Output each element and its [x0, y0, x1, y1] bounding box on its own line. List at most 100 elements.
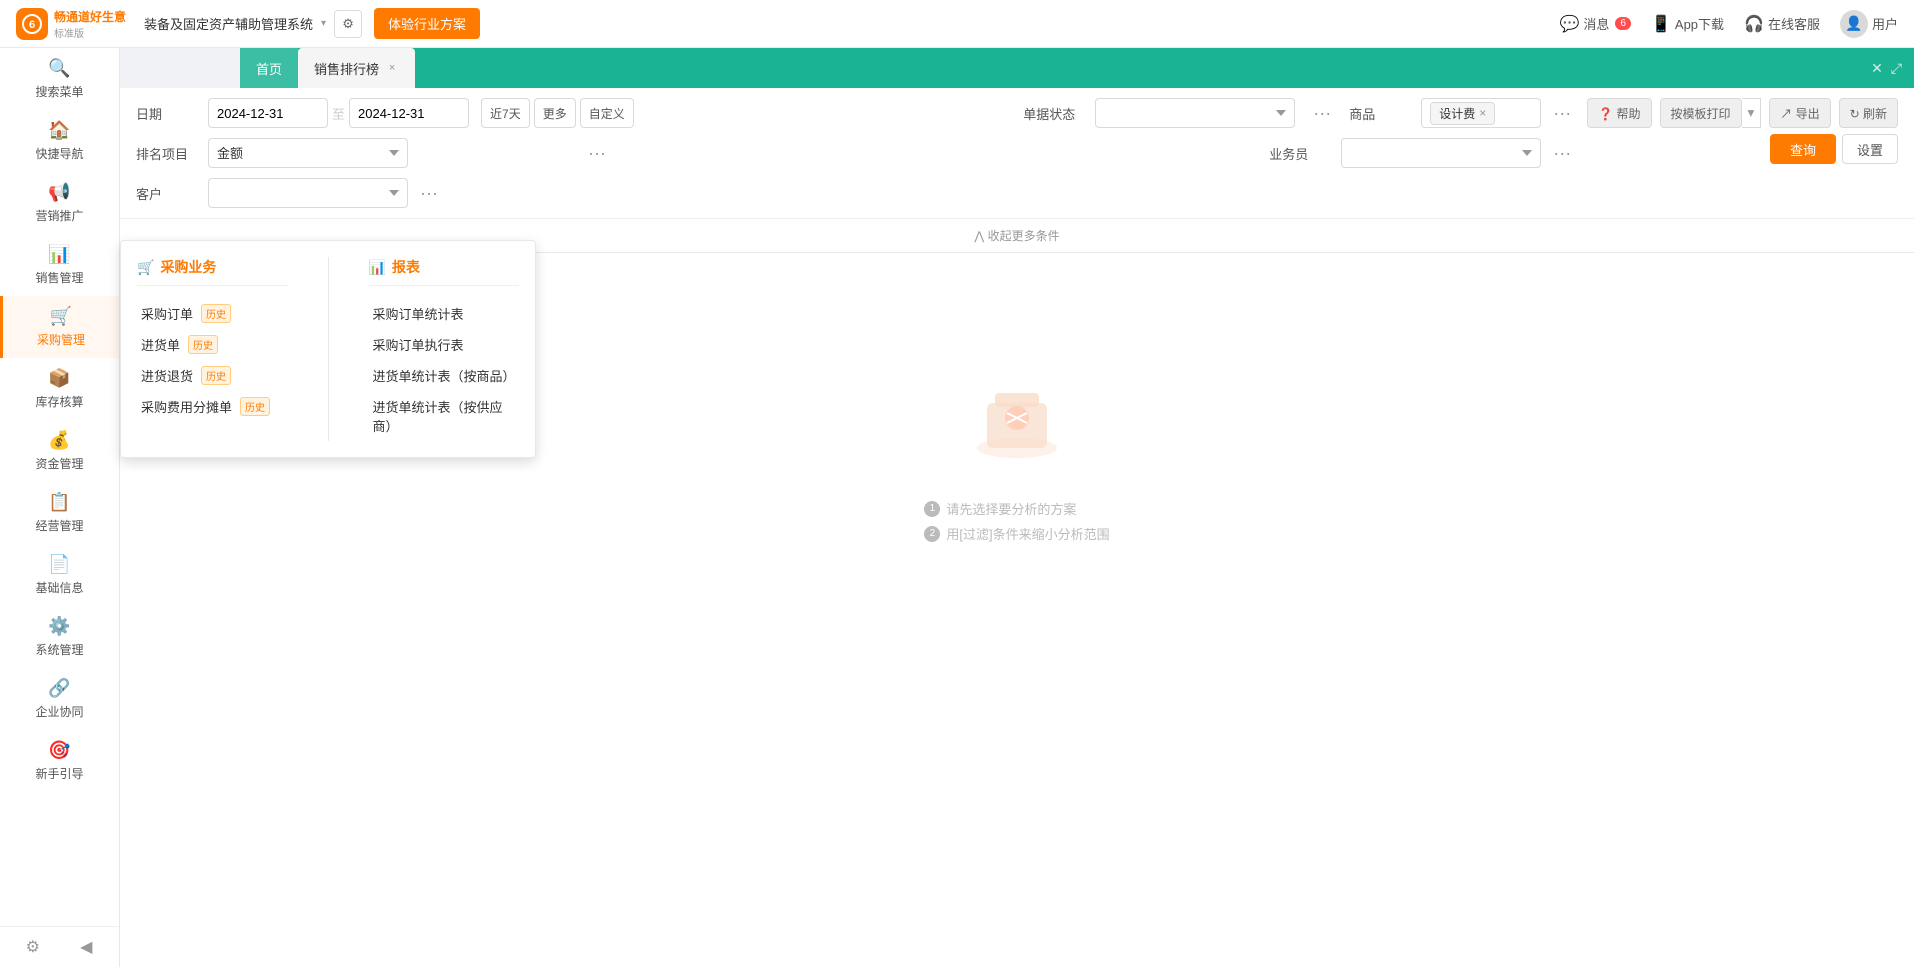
finance-icon: 💰 [48, 430, 70, 451]
tab-close-all-icon[interactable]: ✕ [1871, 60, 1883, 77]
sidebar-item-quick-nav[interactable]: 🏠 快捷导航 [0, 110, 119, 172]
tab-sales-ranking[interactable]: 销售排行榜 × [298, 48, 415, 88]
purchase-col-icon: 🛒 [137, 259, 154, 276]
sidebar-settings-btn[interactable]: ⚙ [10, 937, 56, 957]
voucher-status-select[interactable] [1095, 98, 1295, 128]
system-title-area: 装备及固定资产辅助管理系统 ▾ [144, 14, 326, 33]
menu-item-po-exec[interactable]: 采购订单执行表 [369, 329, 520, 360]
menu-item-incoming-stats-supplier[interactable]: 进货单统计表（按供应商） [369, 391, 520, 441]
voucher-status-dots[interactable]: ··· [1313, 104, 1331, 122]
system-title-dropdown-arrow[interactable]: ▾ [321, 18, 326, 29]
sidebar-item-inventory[interactable]: 📦 库存核算 [0, 358, 119, 420]
dropdown-col2-title: 📊 报表 [369, 257, 520, 286]
refresh-button[interactable]: ↻ 刷新 [1839, 98, 1898, 128]
inventory-icon: 📦 [48, 368, 70, 389]
date-from-input[interactable] [208, 98, 328, 128]
purchase-icon: 🛒 [50, 306, 72, 327]
history-tag-1: 历史 [188, 335, 218, 354]
user-avatar: 👤 [1840, 10, 1868, 38]
tab-home[interactable]: 首页 [240, 48, 298, 88]
print-dropdown-btn[interactable]: ▾ [1742, 98, 1762, 128]
tab-close-button[interactable]: × [385, 61, 399, 75]
operations-icon: 📋 [48, 492, 70, 513]
system-title-text: 装备及固定资产辅助管理系统 [144, 14, 313, 33]
salesperson-select[interactable] [1341, 138, 1541, 168]
date-label: 日期 [136, 104, 196, 123]
menu-item-purchase-expense[interactable]: 采购费用分摊单 历史 [137, 391, 288, 422]
newbie-icon: 🎯 [48, 740, 70, 761]
headset-icon: 🎧 [1744, 14, 1764, 34]
app-download-action[interactable]: 📱 App下载 [1651, 14, 1724, 34]
online-service-action[interactable]: 🎧 在线客服 [1744, 14, 1820, 34]
collapse-icon: ◀ [80, 937, 92, 957]
sidebar-item-purchase[interactable]: 🛒 采购管理 [0, 296, 119, 358]
dropdown-col1-title: 🛒 采购业务 [137, 257, 288, 286]
settings-button[interactable]: 设置 [1842, 134, 1898, 164]
menu-item-incoming-stats-goods[interactable]: 进货单统计表（按商品） [369, 360, 520, 391]
menu-item-purchase-order[interactable]: 采购订单 历史 [137, 298, 288, 329]
settings-bottom-icon: ⚙ [26, 937, 40, 957]
user-action[interactable]: 👤 用户 [1840, 10, 1898, 38]
sidebar-item-sales[interactable]: 📊 销售管理 [0, 234, 119, 296]
top-nav: 6 畅通道好生意 标准版 装备及固定资产辅助管理系统 ▾ ⚙ 体验行业方案 💬 … [0, 0, 1914, 48]
sales-icon: 📊 [48, 244, 70, 265]
gear-button[interactable]: ⚙ [334, 10, 362, 38]
menu-item-incoming[interactable]: 进货单 历史 [137, 329, 288, 360]
empty-illustration [957, 363, 1077, 483]
customer-select[interactable] [208, 178, 408, 208]
history-tag-0: 历史 [201, 304, 231, 323]
date-range: 至 [208, 98, 469, 128]
logo-icon: 6 [16, 8, 48, 40]
sidebar: 🔍 搜索菜单 🏠 快捷导航 📢 营销推广 📊 销售管理 🛒 采购管理 📦 库存核… [0, 48, 120, 967]
dropdown-separator [328, 257, 329, 441]
system-icon: ⚙️ [48, 616, 70, 637]
svg-text:6: 6 [29, 19, 35, 31]
sidebar-bottom: ⚙ ◀ [0, 926, 119, 967]
logo-area: 6 畅通道好生意 标准版 [16, 8, 136, 40]
logo-text: 畅通道好生意 标准版 [54, 8, 126, 40]
print-button[interactable]: 按模板打印 [1660, 98, 1742, 128]
goods-dots[interactable]: ··· [1553, 104, 1571, 122]
enterprise-icon: 🔗 [48, 678, 70, 699]
reports-col-icon: 📊 [369, 259, 386, 276]
sort-by-dots[interactable]: ··· [588, 144, 606, 162]
quick-date-7days[interactable]: 近7天 [481, 98, 530, 128]
help-button[interactable]: ❓ 帮助 [1587, 98, 1651, 128]
menu-item-po-stats[interactable]: 采购订单统计表 [369, 298, 520, 329]
menu-item-incoming-return[interactable]: 进货退货 历史 [137, 360, 288, 391]
sidebar-item-marketing[interactable]: 📢 营销推广 [0, 172, 119, 234]
sidebar-item-search[interactable]: 🔍 搜索菜单 [0, 48, 119, 110]
message-icon: 💬 [1559, 14, 1579, 34]
sidebar-collapse-btn[interactable]: ◀ [64, 937, 110, 957]
messages-action[interactable]: 💬 消息 6 [1559, 14, 1631, 34]
industry-button[interactable]: 体验行业方案 [374, 8, 480, 39]
sidebar-item-enterprise[interactable]: 🔗 企业协同 [0, 668, 119, 730]
tab-bar: 首页 销售排行榜 × ✕ ⤢ [240, 48, 1914, 88]
sort-by-select[interactable]: 金额 [208, 138, 408, 168]
quick-date-custom[interactable]: 自定义 [580, 98, 634, 128]
export-button[interactable]: ↗ 导出 [1769, 98, 1830, 128]
sidebar-item-operations[interactable]: 📋 经营管理 [0, 482, 119, 544]
date-to-input[interactable] [349, 98, 469, 128]
phone-icon: 📱 [1651, 14, 1671, 34]
sidebar-item-newbie[interactable]: 🎯 新手引导 [0, 730, 119, 792]
tab-bar-right: ✕ ⤢ [1871, 60, 1914, 77]
home-icon: 🏠 [48, 120, 70, 141]
tab-maximize-icon[interactable]: ⤢ [1891, 60, 1902, 77]
customer-dots[interactable]: ··· [420, 184, 438, 202]
search-icon: 🔍 [48, 58, 70, 79]
goods-tag-close[interactable]: × [1479, 106, 1486, 120]
salesperson-dots[interactable]: ··· [1553, 144, 1571, 162]
sort-by-label: 排名项目 [136, 144, 196, 163]
history-tag-2: 历史 [201, 366, 231, 385]
quick-date-more[interactable]: 更多 [534, 98, 576, 128]
collapse-icon-up: ⋀ [974, 229, 984, 243]
sidebar-item-finance[interactable]: 💰 资金管理 [0, 420, 119, 482]
purchase-dropdown-menu: 🛒 采购业务 采购订单 历史 进货单 历史 进货退货 历史 采购费用分摊单 历史 [120, 240, 536, 458]
sidebar-item-system[interactable]: ⚙️ 系统管理 [0, 606, 119, 668]
sidebar-item-basic[interactable]: 📄 基础信息 [0, 544, 119, 606]
salesperson-label: 业务员 [1269, 144, 1329, 163]
dropdown-col-reports: 📊 报表 采购订单统计表 采购订单执行表 进货单统计表（按商品） 进货单统计表（… [369, 257, 520, 441]
top-nav-right: 💬 消息 6 📱 App下载 🎧 在线客服 👤 用户 [1559, 10, 1898, 38]
query-button[interactable]: 查询 [1770, 134, 1836, 164]
